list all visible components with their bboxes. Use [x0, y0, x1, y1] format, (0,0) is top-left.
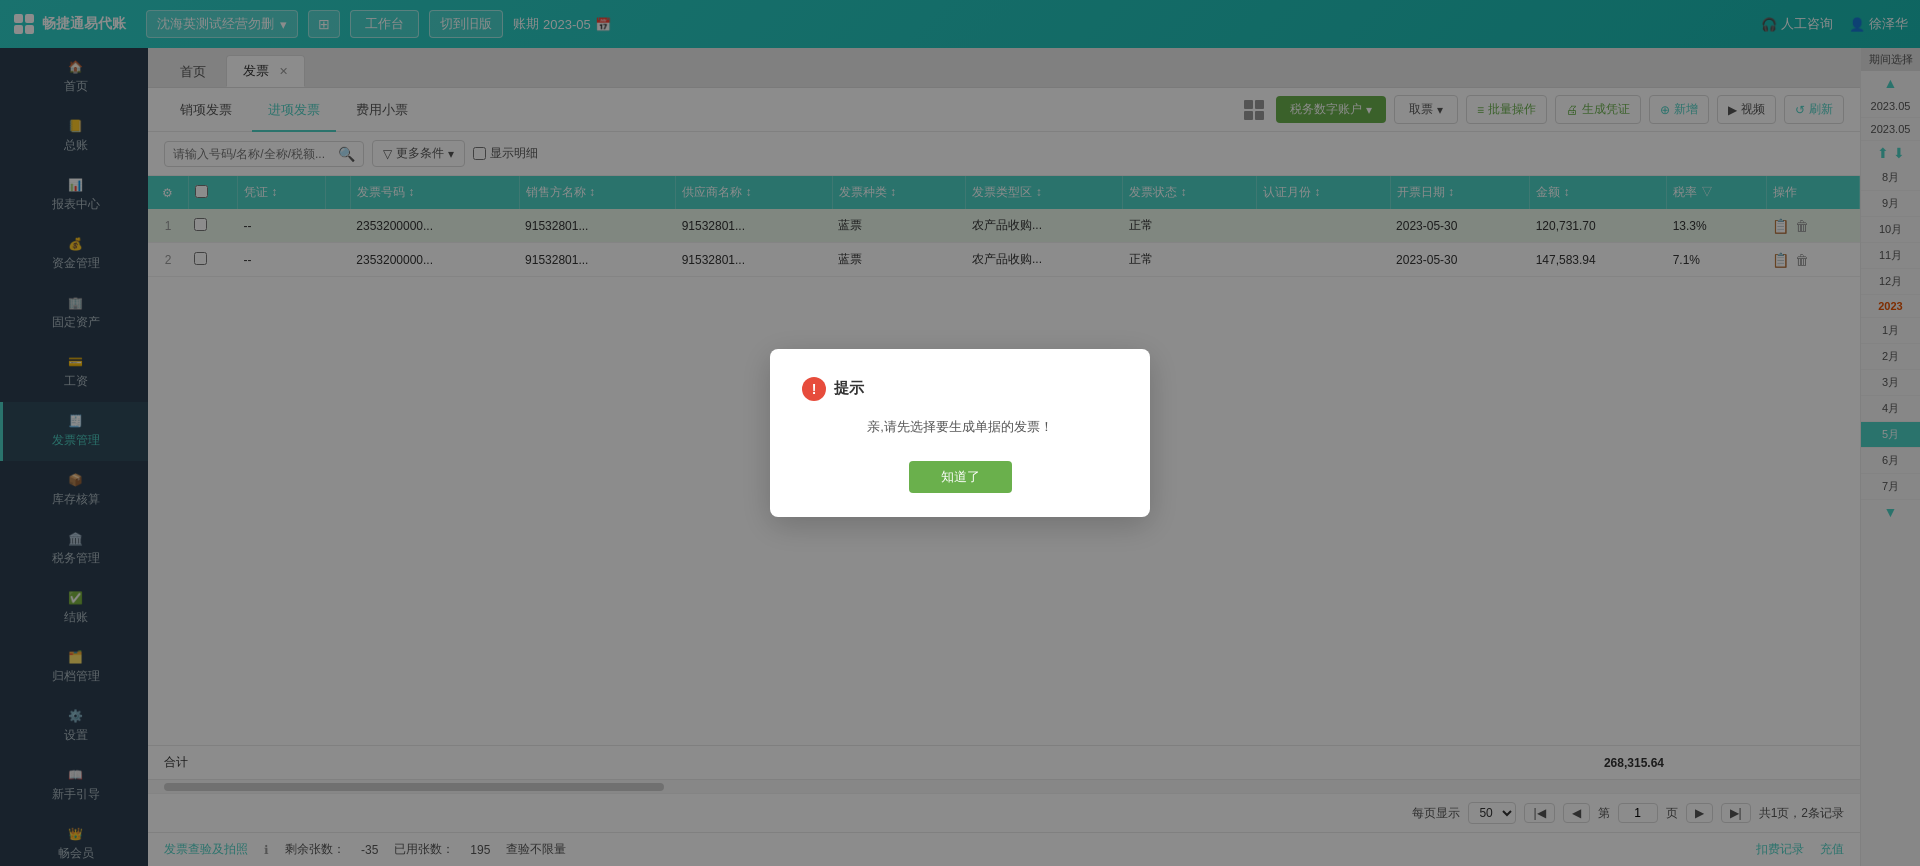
- modal-title-row: ! 提示: [802, 377, 1118, 401]
- modal-box: ! 提示 亲,请先选择要生成单据的发票！ 知道了: [770, 349, 1150, 518]
- modal-body: 亲,请先选择要生成单据的发票！: [802, 417, 1118, 438]
- modal-ok-btn[interactable]: 知道了: [909, 461, 1012, 493]
- modal-overlay: ! 提示 亲,请先选择要生成单据的发票！ 知道了: [0, 0, 1920, 866]
- modal-title: 提示: [834, 379, 864, 398]
- warning-icon: !: [802, 377, 826, 401]
- modal-footer: 知道了: [802, 461, 1118, 493]
